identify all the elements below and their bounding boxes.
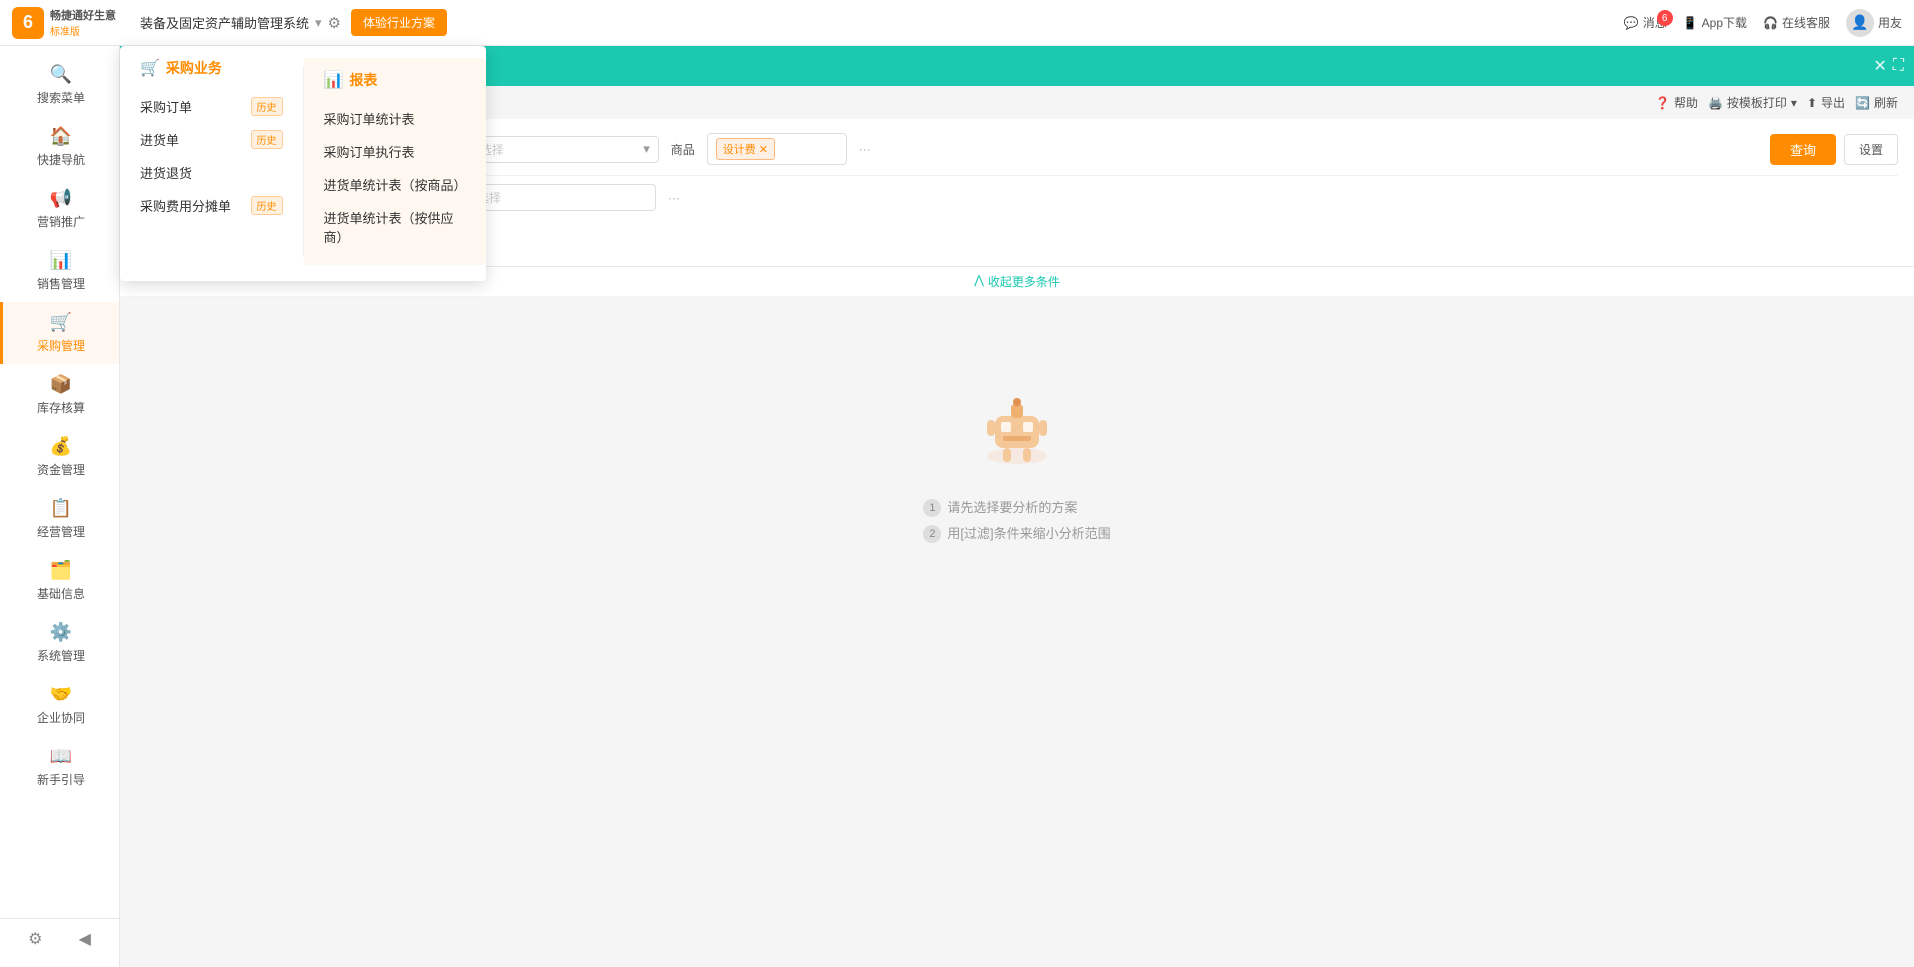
system-title-text: 装备及固定资产辅助管理系统 — [140, 13, 309, 32]
purchase-icon: 🛒 — [50, 312, 72, 333]
phone-icon: 📱 — [1683, 16, 1698, 30]
print-icon: 🖨️ — [1708, 96, 1723, 110]
salesperson-input[interactable]: 请选择 — [456, 184, 656, 211]
empty-state: 1 请先选择要分析的方案 2 用[过滤]条件来缩小分析范围 — [120, 296, 1914, 627]
sidebar-item-sales[interactable]: 📊 销售管理 — [0, 240, 119, 302]
goods-tag-remove-icon[interactable]: ✕ — [759, 143, 768, 156]
online-service-button[interactable]: 🎧 在线客服 — [1763, 14, 1830, 31]
base-info-icon: 🗂️ — [50, 560, 72, 581]
system-icon: ⚙️ — [50, 622, 72, 643]
help-icon: ❓ — [1655, 96, 1670, 110]
marketing-icon: 📢 — [50, 188, 72, 209]
tab-expand-icon[interactable]: ⛶ — [1893, 57, 1904, 75]
operations-icon: 📋 — [50, 498, 72, 519]
sidebar-item-quick-nav[interactable]: 🏠 快捷导航 — [0, 116, 119, 178]
tab-close-window-icon[interactable]: ✕ — [1873, 56, 1886, 76]
hist-badge-expense: 历史 — [251, 196, 283, 215]
sidebar-item-search[interactable]: 🔍 搜索菜单 — [0, 54, 119, 116]
search-icon: 🔍 — [50, 64, 72, 85]
export-button[interactable]: ⬆ 导出 — [1807, 94, 1845, 111]
sales-icon: 📊 — [50, 250, 72, 271]
inventory-icon: 📦 — [50, 374, 72, 395]
sidebar-item-enterprise[interactable]: 🤝 企业协同 — [0, 674, 119, 736]
topbar-right: 💬 消息 6 📱 App下载 🎧 在线客服 👤 用友 — [1624, 9, 1902, 37]
sidebar-item-finance[interactable]: 💰 资金管理 — [0, 426, 119, 488]
purchase-dropdown-menu: 🛒 采购业务 采购订单 历史 进货单 历史 进货退货 采购费用分摊单 历史 📊 — [120, 46, 486, 281]
goods-more-button[interactable]: ··· — [859, 142, 871, 156]
sidebar-bottom: ⚙ ◀ — [0, 918, 119, 959]
industry-button[interactable]: 体验行业方案 — [351, 9, 447, 36]
menu-item-return-goods[interactable]: 进货退货 — [140, 156, 283, 189]
settings-button[interactable]: 设置 — [1844, 134, 1898, 165]
sidebar-item-newbie[interactable]: 📖 新手引导 — [0, 736, 119, 798]
sidebar-item-operations[interactable]: 📋 经营管理 — [0, 488, 119, 550]
message-icon: 💬 — [1624, 16, 1639, 30]
collapse-icon: ⋀ — [974, 273, 984, 290]
salesperson-more-button[interactable]: ··· — [668, 191, 680, 205]
menu-item-incoming[interactable]: 进货单 历史 — [140, 123, 283, 156]
headset-icon: 🎧 — [1763, 16, 1778, 30]
query-button[interactable]: 查询 — [1770, 134, 1836, 165]
settings-gear-icon[interactable]: ⚙ — [328, 14, 341, 32]
dropdown-arrow-icon[interactable]: ▾ — [315, 15, 322, 31]
sidebar-collapse-button[interactable]: ◀ — [79, 929, 91, 949]
print-button[interactable]: 🖨️ 按模板打印 ▾ — [1708, 94, 1797, 111]
goods-label: 商品 — [671, 141, 695, 158]
notification-badge: 6 — [1657, 10, 1673, 26]
goods-input[interactable]: 设计费 ✕ — [707, 133, 847, 165]
system-title: 装备及固定资产辅助管理系统 ▾ ⚙ — [140, 13, 341, 32]
topbar: 6 畅捷通好生意 标准版 装备及固定资产辅助管理系统 ▾ ⚙ 体验行业方案 💬 … — [0, 0, 1914, 46]
sidebar-item-inventory[interactable]: 📦 库存核算 — [0, 364, 119, 426]
menu-item-incoming-stats-goods[interactable]: 进货单统计表（按商品） — [324, 168, 467, 201]
menu-item-purchase-order[interactable]: 采购订单 历史 — [140, 90, 283, 123]
voucher-status-select[interactable]: 请选择 ▾ — [459, 136, 659, 163]
export-icon: ⬆ — [1807, 96, 1817, 110]
enterprise-icon: 🤝 — [50, 684, 72, 705]
menu-item-order-exec[interactable]: 采购订单执行表 — [324, 135, 467, 168]
menu-item-order-stats[interactable]: 采购订单统计表 — [324, 102, 467, 135]
sidebar-item-base-info[interactable]: 🗂️ 基础信息 — [0, 550, 119, 612]
reports-menu-icon: 📊 — [324, 70, 344, 90]
sidebar-item-marketing[interactable]: 📢 营销推广 — [0, 178, 119, 240]
sidebar: 🔍 搜索菜单 🏠 快捷导航 📢 营销推广 📊 销售管理 🛒 采购管理 📦 库存核… — [0, 46, 120, 967]
home-icon: 🏠 — [50, 126, 72, 147]
notifications-button[interactable]: 💬 消息 6 — [1624, 14, 1667, 31]
refresh-icon: 🔄 — [1855, 96, 1870, 110]
newbie-icon: 📖 — [50, 746, 72, 767]
refresh-button[interactable]: 🔄 刷新 — [1855, 94, 1898, 111]
goods-tag: 设计费 ✕ — [716, 138, 775, 160]
logo-area: 6 畅捷通好生意 标准版 — [12, 7, 132, 39]
hist-badge-incoming: 历史 — [251, 130, 283, 149]
menu-item-incoming-stats-supplier[interactable]: 进货单统计表（按供应商） — [324, 201, 467, 253]
print-dropdown-icon[interactable]: ▾ — [1791, 96, 1797, 110]
empty-hint-2: 2 用[过滤]条件来缩小分析范围 — [923, 521, 1110, 547]
menu-columns: 🛒 采购业务 采购订单 历史 进货单 历史 进货退货 采购费用分摊单 历史 📊 — [120, 58, 486, 265]
logo-text: 畅捷通好生意 标准版 — [50, 7, 116, 38]
empty-hint-1: 1 请先选择要分析的方案 — [923, 495, 1110, 521]
purchase-menu-icon: 🛒 — [140, 58, 160, 78]
user-avatar: 👤 — [1846, 9, 1874, 37]
help-button[interactable]: ❓ 帮助 — [1655, 94, 1698, 111]
empty-illustration — [967, 376, 1067, 479]
menu-col-title-purchase: 🛒 采购业务 — [140, 58, 283, 78]
finance-icon: 💰 — [50, 436, 72, 457]
sidebar-settings-button[interactable]: ⚙ — [28, 929, 42, 949]
menu-item-expense-alloc[interactable]: 采购费用分摊单 历史 — [140, 189, 283, 222]
sidebar-item-system[interactable]: ⚙️ 系统管理 — [0, 612, 119, 674]
menu-col-reports: 📊 报表 采购订单统计表 采购订单执行表 进货单统计表（按商品） 进货单统计表（… — [304, 58, 487, 265]
menu-col-purchase-business: 🛒 采购业务 采购订单 历史 进货单 历史 进货退货 采购费用分摊单 历史 — [120, 58, 303, 265]
logo-icon: 6 — [12, 7, 44, 39]
empty-hint: 1 请先选择要分析的方案 2 用[过滤]条件来缩小分析范围 — [923, 495, 1110, 547]
user-menu-button[interactable]: 👤 用友 — [1846, 9, 1902, 37]
app-download-button[interactable]: 📱 App下载 — [1683, 14, 1747, 31]
menu-col-title-reports: 📊 报表 — [324, 70, 467, 90]
hist-badge-purchase-order: 历史 — [251, 97, 283, 116]
voucher-status-dropdown-icon: ▾ — [643, 141, 650, 157]
sidebar-item-purchase[interactable]: 🛒 采购管理 — [0, 302, 119, 364]
tab-bar-right: ✕ ⛶ — [1873, 56, 1914, 76]
action-buttons: 查询 设置 — [1770, 134, 1898, 165]
